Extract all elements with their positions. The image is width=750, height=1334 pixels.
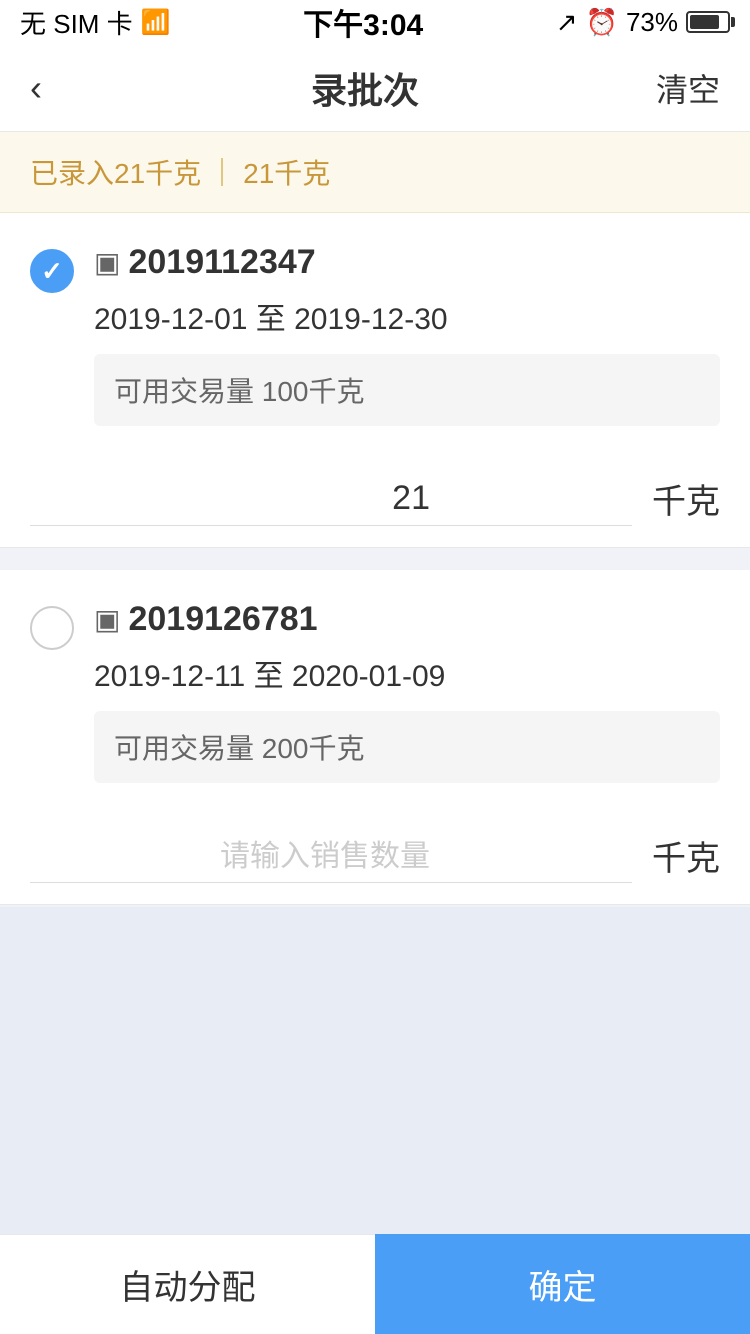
quantity-underline-1 — [30, 479, 632, 518]
batch-date-2: 2019-12-11 至 2020-01-09 — [94, 651, 720, 695]
banner-divider — [221, 158, 223, 186]
page-title: 录批次 — [311, 62, 419, 114]
radio-circle-1[interactable] — [30, 249, 74, 293]
wifi-icon: 📶 — [141, 8, 171, 37]
radio-1[interactable] — [30, 249, 74, 293]
clear-button[interactable]: 清空 — [640, 65, 720, 111]
batch-card-1: ▣ 2019112347 2019-12-01 至 2019-12-30 可用交… — [0, 213, 750, 548]
batch-id-text-2: 2019126781 — [128, 600, 317, 639]
battery-icon — [686, 11, 730, 33]
bottom-bar: 自动分配 确定 — [0, 1234, 750, 1334]
batch-date-1: 2019-12-01 至 2019-12-30 — [94, 294, 720, 338]
recorded-label: 已录入21千克 — [30, 152, 201, 192]
batch-id-text-1: 2019112347 — [128, 243, 315, 282]
quantity-area-2: 千克 — [0, 807, 750, 905]
quantity-input-1[interactable] — [30, 479, 430, 518]
batch-info-2: ▣ 2019126781 2019-12-11 至 2020-01-09 可用交… — [94, 600, 720, 783]
info-banner: 已录入21千克 21千克 — [0, 132, 750, 213]
quantity-area-1: 千克 — [0, 450, 750, 548]
back-button[interactable]: ‹ — [30, 67, 90, 109]
batch-id-row-2: ▣ 2019126781 — [94, 600, 720, 639]
batch-id-icon-2: ▣ — [94, 603, 120, 636]
batch-avail-1: 可用交易量 100千克 — [94, 354, 720, 426]
alarm-icon: ⏰ — [586, 7, 618, 38]
status-time: 下午3:04 — [303, 0, 423, 44]
batch-card-2: ▣ 2019126781 2019-12-11 至 2020-01-09 可用交… — [0, 570, 750, 905]
battery-percent: 73% — [626, 7, 678, 38]
confirm-button[interactable]: 确定 — [375, 1234, 750, 1334]
batch-id-icon-1: ▣ — [94, 246, 120, 279]
quantity-unit-2: 千克 — [652, 831, 720, 880]
auto-distribute-button[interactable]: 自动分配 — [0, 1234, 375, 1334]
location-icon: ↗ — [556, 7, 578, 38]
status-right: ↗ ⏰ 73% — [556, 7, 730, 38]
batch-id-row-1: ▣ 2019112347 — [94, 243, 720, 282]
nav-bar: ‹ 录批次 清空 — [0, 44, 750, 132]
batch-avail-2: 可用交易量 200千克 — [94, 711, 720, 783]
quantity-input-2[interactable] — [30, 836, 430, 875]
status-bar: 无 SIM 卡 📶 下午3:04 ↗ ⏰ 73% — [0, 0, 750, 44]
quantity-underline-2 — [30, 836, 632, 875]
section-divider-1 — [0, 550, 750, 570]
radio-2[interactable] — [30, 606, 74, 650]
recorded-value: 21千克 — [243, 152, 330, 192]
no-sim-text: 无 SIM 卡 — [20, 4, 133, 41]
status-left: 无 SIM 卡 📶 — [20, 4, 171, 41]
radio-circle-2[interactable] — [30, 606, 74, 650]
quantity-unit-1: 千克 — [652, 474, 720, 523]
batch-info-1: ▣ 2019112347 2019-12-01 至 2019-12-30 可用交… — [94, 243, 720, 426]
